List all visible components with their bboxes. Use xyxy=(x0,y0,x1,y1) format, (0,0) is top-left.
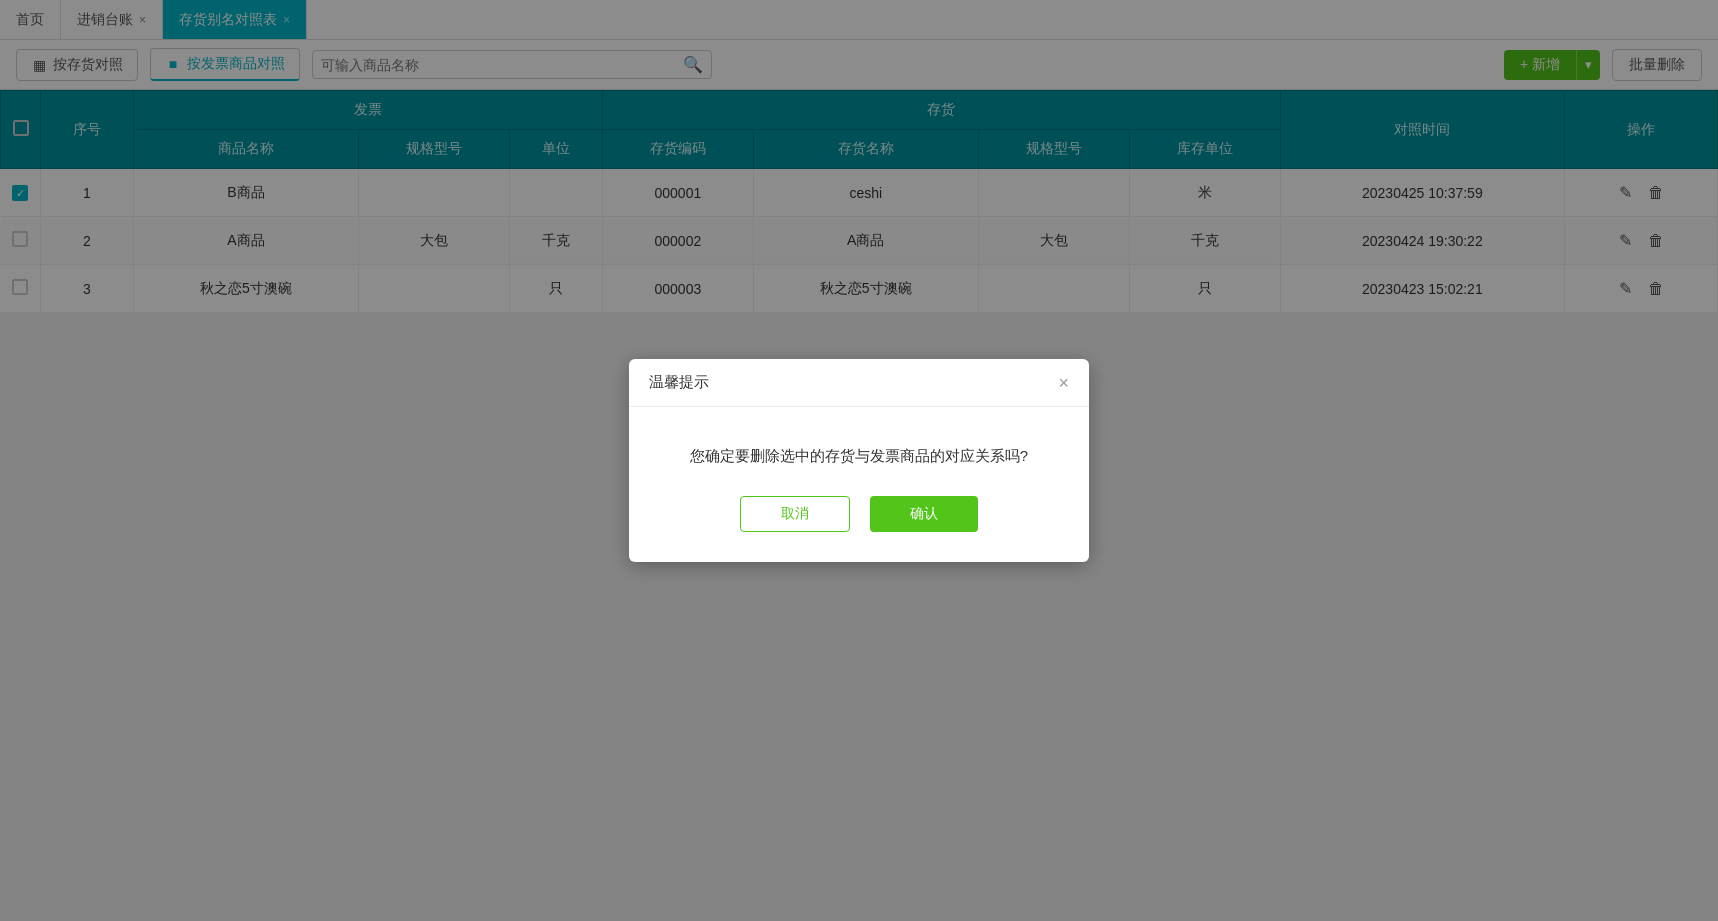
dialog-overlay: 温馨提示 × 您确定要删除选中的存货与发票商品的对应关系吗? 取消 确认 xyxy=(0,0,1718,313)
